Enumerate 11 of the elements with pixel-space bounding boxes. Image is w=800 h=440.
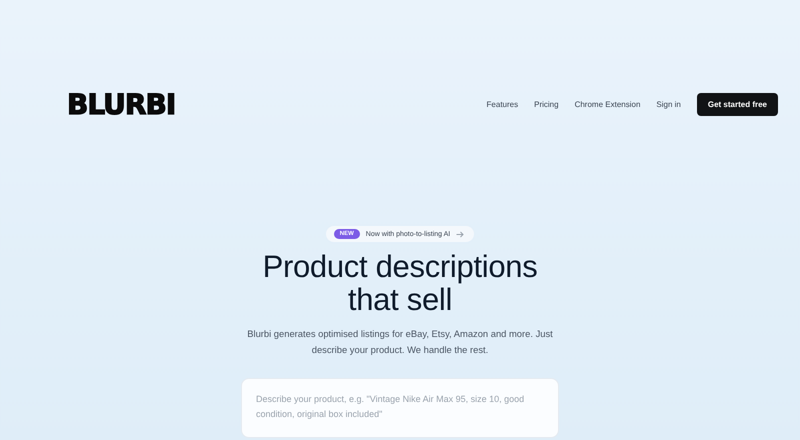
headline: Product descriptions xyxy=(262,250,538,283)
headline: that sell xyxy=(348,283,452,316)
nav-link[interactable]: Chrome Extension xyxy=(574,100,640,109)
logo[interactable]: BLURBI xyxy=(67,88,176,121)
nav-link[interactable]: Pricing xyxy=(534,100,559,109)
get-started-button[interactable]: Get started free xyxy=(696,93,778,116)
nav-link[interactable]: Sign in xyxy=(656,100,681,109)
product-description-field[interactable]: Describe your product, e.g. "Vintage Nike Air Max 95, size 10, good condition, original box included" xyxy=(241,378,559,438)
nav-link[interactable]: Features xyxy=(486,100,518,109)
arrow-right-icon xyxy=(456,230,464,238)
subtitle: Blurbi generates optimised listings for eBay, Etsy, Amazon and more. Just describe your product. We handle the rest. xyxy=(246,327,554,357)
